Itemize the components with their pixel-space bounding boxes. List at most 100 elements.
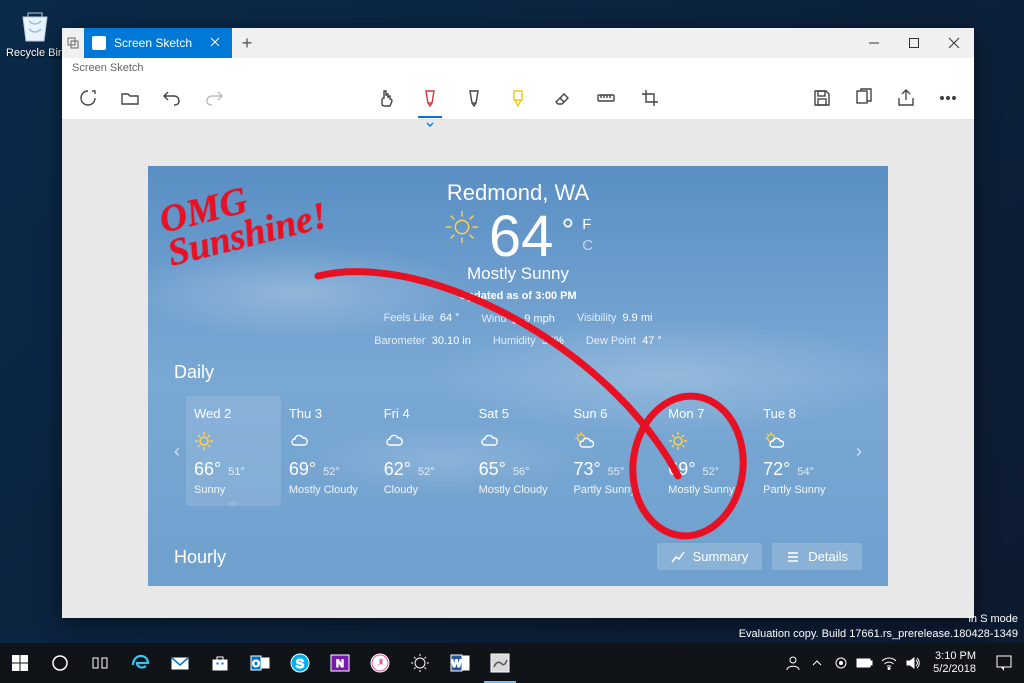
next-days-button[interactable]: › <box>850 396 868 506</box>
recycle-bin[interactable]: Recycle Bin <box>5 5 65 59</box>
day-weather-icon <box>384 431 404 451</box>
battery-icon[interactable] <box>853 643 877 683</box>
forecast-day[interactable]: Sat 5 65° 56° Mostly Cloudy <box>471 396 566 506</box>
day-name: Sat 5 <box>479 406 558 421</box>
windows-watermark: in S mode Evaluation copy. Build 17661.r… <box>739 612 1018 641</box>
weather-details-row1: Feels Like 64 ° Wind ◣ 9 mph Visibility … <box>148 312 888 325</box>
day-temps: 69° 52° <box>289 459 368 480</box>
current-condition: Mostly Sunny <box>148 264 888 284</box>
forecast-day[interactable]: Sun 6 73° 55° Partly Sunny <box>565 396 660 506</box>
mail-icon[interactable] <box>160 643 200 683</box>
edge-icon[interactable] <box>120 643 160 683</box>
day-temps: 66° 51° <box>194 459 273 480</box>
app-subtitle: Screen Sketch <box>62 58 974 76</box>
share-icon[interactable] <box>894 86 918 110</box>
degree-symbol: ° <box>561 212 574 249</box>
daily-label: Daily <box>174 362 214 383</box>
location-icon[interactable] <box>829 643 853 683</box>
toolbar <box>62 76 974 120</box>
day-weather-icon <box>668 431 688 451</box>
canvas: Redmond, WA 64 ° F C Mostly Sunny Update… <box>62 120 974 618</box>
itunes-icon[interactable] <box>360 643 400 683</box>
day-weather-icon <box>573 431 593 451</box>
day-name: Sun 6 <box>573 406 652 421</box>
day-temps: 72° 54° <box>763 459 842 480</box>
new-tab-button[interactable]: + <box>232 28 262 58</box>
svg-text:N: N <box>336 658 344 670</box>
hourly-label: Hourly <box>174 547 226 568</box>
forecast-day[interactable]: Tue 872° 54°Partly Sunny <box>755 396 850 506</box>
minimize-button[interactable] <box>854 28 894 58</box>
clock[interactable]: 3:10 PM 5/2/2018 <box>925 650 984 676</box>
highlighter-icon[interactable] <box>506 86 530 110</box>
weather-icon[interactable] <box>400 643 440 683</box>
active-tab[interactable]: Screen Sketch <box>84 28 232 58</box>
ruler-icon[interactable] <box>594 86 618 110</box>
sun-icon <box>443 208 481 246</box>
day-condition: Sunny <box>194 484 273 496</box>
day-name: Wed 2 <box>194 406 273 421</box>
recycle-bin-label: Recycle Bin <box>5 47 65 59</box>
day-temps: 73° 55° <box>573 459 652 480</box>
undo-icon[interactable] <box>160 86 184 110</box>
forecast-day[interactable]: Fri 462° 52°Cloudy <box>376 396 471 506</box>
day-name: Mon 7 <box>668 406 747 421</box>
tab-title: Screen Sketch <box>114 36 192 50</box>
recycle-bin-icon <box>15 5 55 45</box>
day-temps: 69° 52° <box>668 459 747 480</box>
copy-icon[interactable] <box>852 86 876 110</box>
action-center-icon[interactable] <box>984 643 1024 683</box>
tabs-manage-icon[interactable] <box>62 28 84 58</box>
day-name: Thu 3 <box>289 406 368 421</box>
wifi-icon[interactable] <box>877 643 901 683</box>
more-icon[interactable] <box>936 86 960 110</box>
store-icon[interactable] <box>200 643 240 683</box>
unit-toggle[interactable]: F C <box>582 214 593 256</box>
weather-details-row2: Barometer 30.10 in Humidity 54% Dew Poin… <box>148 335 888 347</box>
forecast-day[interactable]: Mon 769° 52°Mostly Sunny <box>660 396 755 506</box>
summary-button[interactable]: Summary <box>657 543 763 570</box>
word-icon[interactable]: W <box>440 643 480 683</box>
day-weather-icon <box>194 431 214 451</box>
svg-text:W: W <box>451 658 462 670</box>
redo-icon[interactable] <box>202 86 226 110</box>
open-icon[interactable] <box>118 86 142 110</box>
forecast-day[interactable]: Thu 3 69° 52° Mostly Cloudy <box>281 396 376 506</box>
volume-icon[interactable] <box>901 643 925 683</box>
details-button[interactable]: Details <box>772 543 862 570</box>
day-weather-icon <box>289 431 309 451</box>
day-condition: Partly Sunny <box>573 484 652 496</box>
day-condition: Mostly Cloudy <box>479 484 558 496</box>
screen-sketch-window: Screen Sketch + Screen Sketch <box>62 28 974 618</box>
close-tab-icon[interactable] <box>210 36 224 50</box>
tray-chevron-icon[interactable] <box>805 643 829 683</box>
current-temp: 64 <box>489 208 554 266</box>
cortana-button[interactable] <box>40 643 80 683</box>
onenote-icon[interactable]: N <box>320 643 360 683</box>
screen-sketch-taskbar-icon[interactable] <box>480 643 520 683</box>
crop-icon[interactable] <box>638 86 662 110</box>
maximize-button[interactable] <box>894 28 934 58</box>
task-view-button[interactable] <box>80 643 120 683</box>
taskbar: O S N W 3:10 PM 5/2/2018 <box>0 643 1024 683</box>
day-temps: 65° 56° <box>479 459 558 480</box>
people-icon[interactable] <box>781 643 805 683</box>
new-sketch-icon[interactable] <box>76 86 100 110</box>
outlook-icon[interactable]: O <box>240 643 280 683</box>
eraser-icon[interactable] <box>550 86 574 110</box>
titlebar: Screen Sketch + <box>62 28 974 58</box>
close-button[interactable] <box>934 28 974 58</box>
skype-icon[interactable]: S <box>280 643 320 683</box>
updated-time: Updated as of 3:00 PM <box>148 290 888 302</box>
svg-text:S: S <box>296 656 305 671</box>
save-icon[interactable] <box>810 86 834 110</box>
daily-forecast: ‹ Wed 2 66° 51° Sunny Thu 3 69° 52° Mostly Cl… <box>168 396 868 506</box>
day-condition: Mostly Cloudy <box>289 484 368 496</box>
prev-days-button[interactable]: ‹ <box>168 396 186 506</box>
start-button[interactable] <box>0 643 40 683</box>
pencil-icon[interactable] <box>462 86 486 110</box>
forecast-day[interactable]: Wed 2 66° 51° Sunny <box>186 396 281 506</box>
ballpoint-pen-icon[interactable] <box>418 86 442 110</box>
day-weather-icon <box>479 431 499 451</box>
touch-writing-icon[interactable] <box>374 86 398 110</box>
